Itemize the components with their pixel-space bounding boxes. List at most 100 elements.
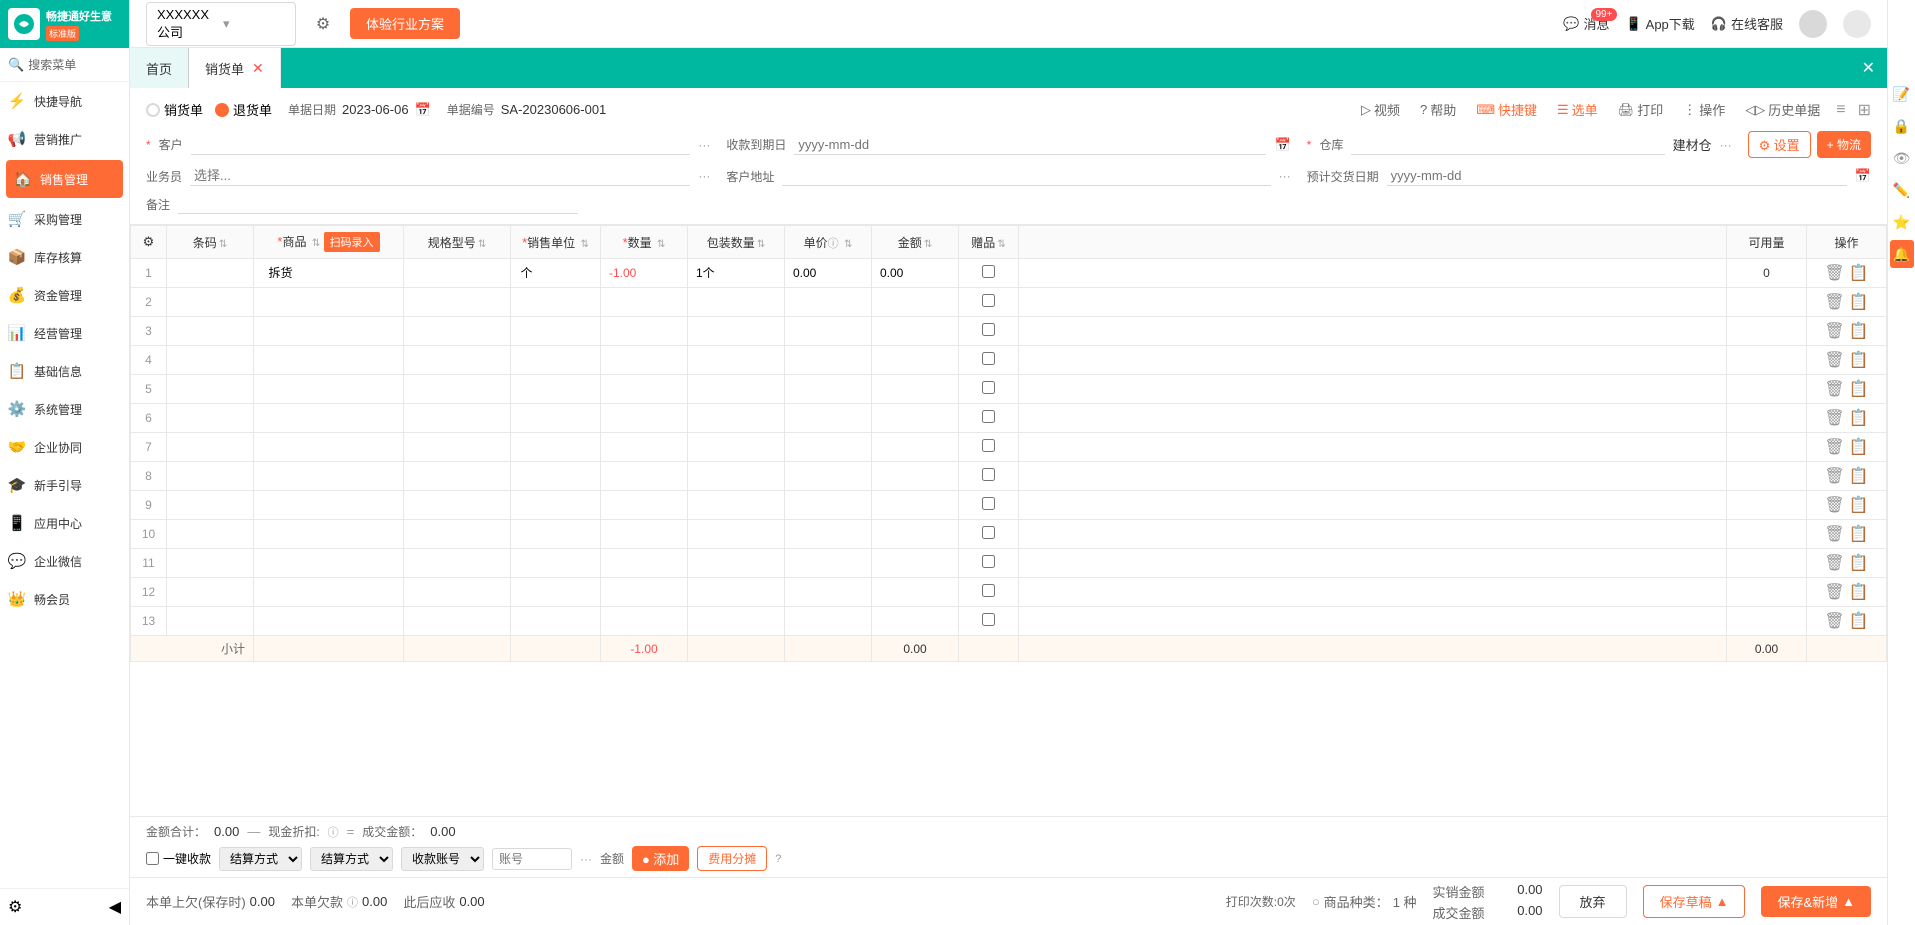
- address-ellipsis[interactable]: ···: [1279, 169, 1291, 183]
- row-gift-12[interactable]: [959, 578, 1019, 607]
- select-tool[interactable]: ☰ 选单: [1553, 98, 1602, 121]
- row-unit-3[interactable]: [511, 317, 601, 346]
- row-pkg-qty-13[interactable]: [688, 607, 785, 636]
- row-gift-1[interactable]: [959, 259, 1019, 288]
- row-gift-11[interactable]: [959, 549, 1019, 578]
- sort-pkg-icon[interactable]: ⇅: [757, 239, 765, 250]
- delete-row-icon[interactable]: 🗑: [1824, 524, 1844, 544]
- row-unit-12[interactable]: [511, 578, 601, 607]
- row-pkg-qty-11[interactable]: [688, 549, 785, 578]
- sidebar-item-quick-nav[interactable]: ⚡ 快捷导航: [0, 82, 129, 120]
- column-settings-icon[interactable]: ⚙: [143, 234, 155, 249]
- sort-qty-icon[interactable]: ⇅: [657, 239, 665, 250]
- row-pkg-qty-8[interactable]: [688, 462, 785, 491]
- radio-return-order[interactable]: 退货单: [215, 100, 272, 119]
- sidebar-item-marketing[interactable]: 📢 营销推广: [0, 120, 129, 158]
- row-gift-6[interactable]: [959, 404, 1019, 433]
- right-btn-note[interactable]: 📝: [1890, 80, 1914, 108]
- row-barcode-10[interactable]: [167, 520, 254, 549]
- row-product-7[interactable]: [254, 433, 404, 462]
- row-gift-7[interactable]: [959, 433, 1019, 462]
- tab-close-icon[interactable]: ✕: [252, 60, 264, 77]
- delete-row-icon[interactable]: 🗑: [1824, 263, 1844, 283]
- copy-row-icon[interactable]: 📋: [1849, 408, 1869, 428]
- delete-row-icon[interactable]: 🗑: [1824, 495, 1844, 515]
- row-product-13[interactable]: [254, 607, 404, 636]
- row-qty-5[interactable]: [601, 375, 688, 404]
- sort-unit-icon[interactable]: ⇅: [581, 239, 589, 250]
- row-barcode-13[interactable]: [167, 607, 254, 636]
- row-spec-4[interactable]: [404, 346, 511, 375]
- row-pkg-qty-12[interactable]: [688, 578, 785, 607]
- row-amount-3[interactable]: [872, 317, 959, 346]
- sidebar-item-wechat[interactable]: 💬 企业微信: [0, 542, 129, 580]
- row-gift-2[interactable]: [959, 288, 1019, 317]
- row-qty-13[interactable]: [601, 607, 688, 636]
- row-barcode-1[interactable]: [167, 259, 254, 288]
- sidebar-item-purchase[interactable]: 🛒 采购管理: [0, 200, 129, 238]
- row-amount-4[interactable]: [872, 346, 959, 375]
- right-btn-lock[interactable]: 🔒: [1890, 112, 1914, 140]
- sidebar-item-inventory[interactable]: 📦 库存核算: [0, 238, 129, 276]
- row-amount-11[interactable]: [872, 549, 959, 578]
- account-ellipsis[interactable]: ···: [580, 852, 592, 866]
- row-pkg-qty-9[interactable]: [688, 491, 785, 520]
- row-spec-6[interactable]: [404, 404, 511, 433]
- customer-address-input[interactable]: [782, 166, 1270, 186]
- sidebar-item-system[interactable]: ⚙️ 系统管理: [0, 390, 129, 428]
- row-gift-9[interactable]: [959, 491, 1019, 520]
- copy-row-icon[interactable]: 📋: [1849, 495, 1869, 515]
- settings-gear-icon[interactable]: ⚙: [8, 897, 22, 917]
- close-window-icon[interactable]: ✕: [1862, 58, 1887, 78]
- row-spec-9[interactable]: [404, 491, 511, 520]
- row-amount-1[interactable]: [872, 259, 959, 288]
- row-qty-8[interactable]: [601, 462, 688, 491]
- row-product-5[interactable]: [254, 375, 404, 404]
- row-amount-10[interactable]: [872, 520, 959, 549]
- row-unit-5[interactable]: [511, 375, 601, 404]
- view-grid-icon[interactable]: ⊞: [1858, 100, 1871, 120]
- print-tool[interactable]: 🖨 打印: [1614, 98, 1668, 121]
- row-barcode-6[interactable]: [167, 404, 254, 433]
- sort-amount-icon[interactable]: ⇅: [924, 239, 932, 250]
- salesperson-input[interactable]: [190, 166, 690, 186]
- save-new-button[interactable]: 保存&新增 ▲: [1761, 886, 1871, 917]
- right-btn-view[interactable]: 👁: [1890, 144, 1914, 172]
- row-unit-10[interactable]: [511, 520, 601, 549]
- row-price-10[interactable]: [785, 520, 872, 549]
- calendar-icon[interactable]: 📅: [415, 102, 431, 118]
- copy-row-icon[interactable]: 📋: [1849, 321, 1869, 341]
- company-selector[interactable]: XXXXXX公司 ▾: [146, 2, 296, 46]
- search-menu[interactable]: 🔍 搜索菜单: [0, 48, 129, 82]
- header-gear-button[interactable]: ⚙: [308, 9, 338, 39]
- row-pkg-qty-6[interactable]: [688, 404, 785, 433]
- row-amount-2[interactable]: [872, 288, 959, 317]
- calendar-due-icon[interactable]: 📅: [1274, 137, 1290, 153]
- sort-price-icon[interactable]: ⇅: [844, 239, 852, 250]
- help-tool[interactable]: ? 帮助: [1416, 98, 1460, 121]
- sidebar-item-member[interactable]: 👑 畅会员: [0, 580, 129, 618]
- right-btn-edit[interactable]: ✏️: [1890, 176, 1914, 204]
- row-price-7[interactable]: [785, 433, 872, 462]
- row-unit-13[interactable]: [511, 607, 601, 636]
- row-pkg-qty-5[interactable]: [688, 375, 785, 404]
- row-price-8[interactable]: [785, 462, 872, 491]
- row-pkg-qty-3[interactable]: [688, 317, 785, 346]
- trial-button[interactable]: 体验行业方案: [350, 8, 460, 39]
- row-gift-10[interactable]: [959, 520, 1019, 549]
- delete-row-icon[interactable]: 🗑: [1824, 553, 1844, 573]
- copy-row-icon[interactable]: 📋: [1849, 263, 1869, 283]
- sidebar-item-basic[interactable]: 📋 基础信息: [0, 352, 129, 390]
- sort-gift-icon[interactable]: ⇅: [997, 239, 1005, 250]
- row-spec-8[interactable]: [404, 462, 511, 491]
- delete-row-icon[interactable]: 🗑: [1824, 350, 1844, 370]
- row-unit-7[interactable]: [511, 433, 601, 462]
- row-unit-4[interactable]: [511, 346, 601, 375]
- row-qty-11[interactable]: [601, 549, 688, 578]
- row-amount-7[interactable]: [872, 433, 959, 462]
- row-spec-3[interactable]: [404, 317, 511, 346]
- row-unit-2[interactable]: [511, 288, 601, 317]
- row-qty-2[interactable]: [601, 288, 688, 317]
- warehouse-ellipsis[interactable]: ···: [1720, 138, 1732, 152]
- sidebar-item-operation[interactable]: 📊 经营管理: [0, 314, 129, 352]
